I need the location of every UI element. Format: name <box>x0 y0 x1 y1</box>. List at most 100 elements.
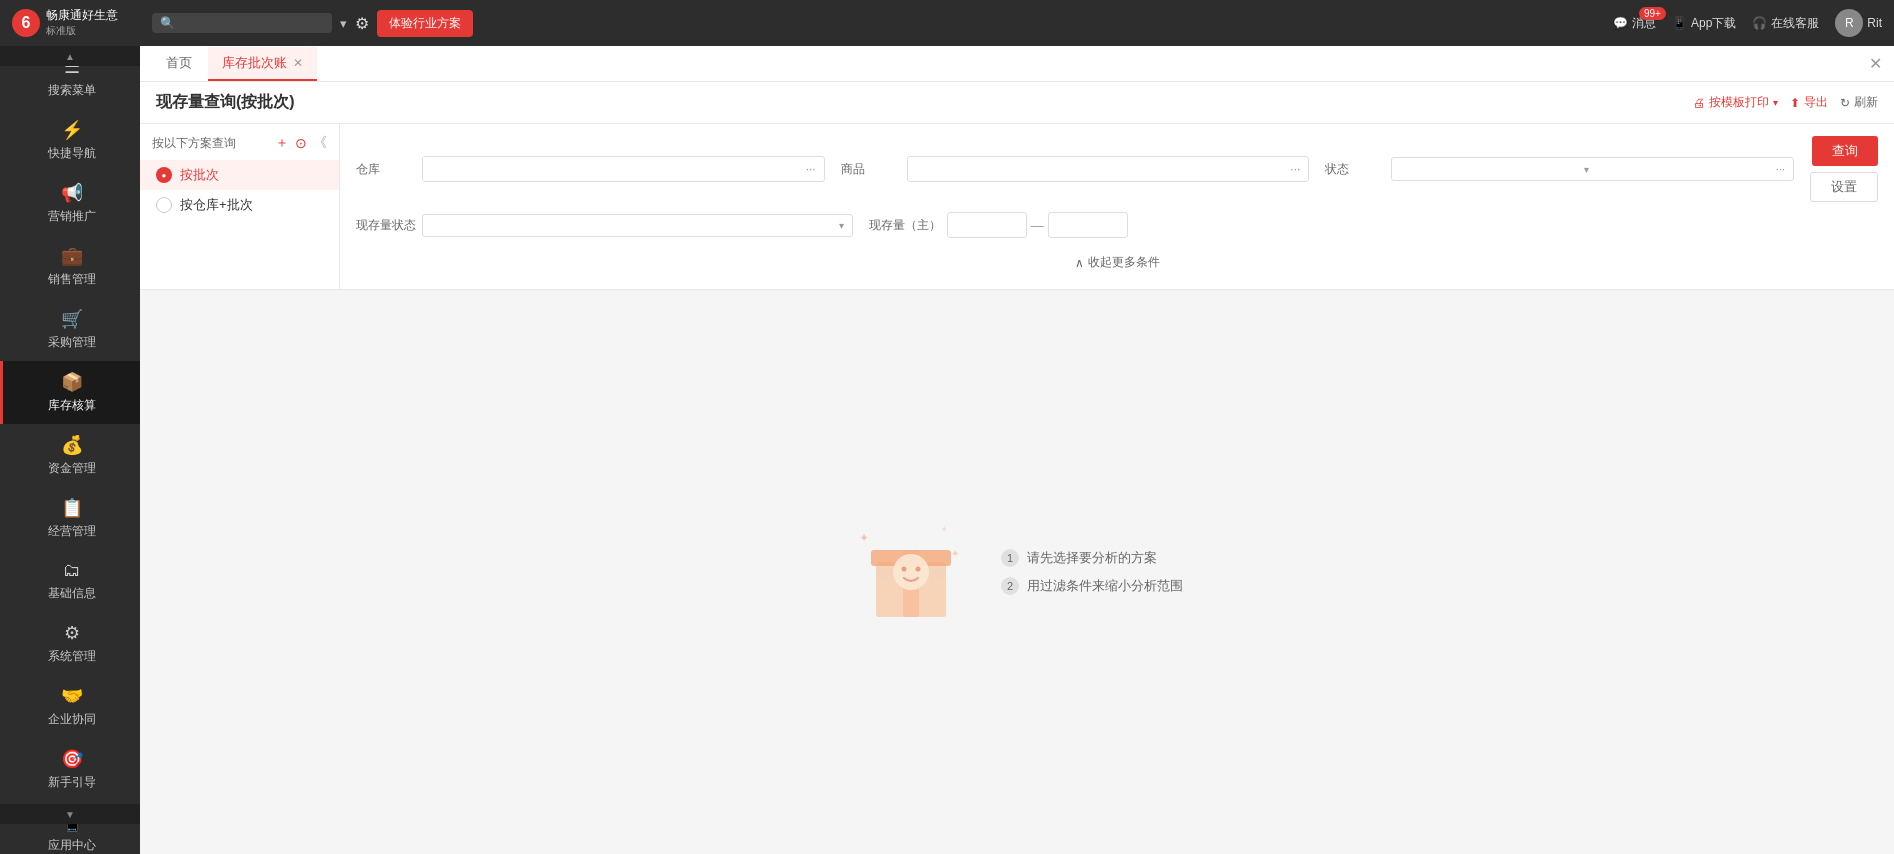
finance-icon: 💰 <box>61 434 83 456</box>
collapse-row[interactable]: ∧ 收起更多条件 <box>356 248 1878 277</box>
sidebar-item-finance[interactable]: 💰 资金管理 <box>0 424 140 487</box>
svg-point-5 <box>902 567 907 572</box>
tab-bar: 首页 库存批次账 ✕ ✕ <box>140 46 1894 82</box>
sidebar-item-purchase[interactable]: 🛒 采购管理 <box>0 298 140 361</box>
headset-icon: 🎧 <box>1752 16 1767 30</box>
svg-text:✦: ✦ <box>859 531 869 545</box>
top-bar-center: 🔍 ▾ ⚙ 体验行业方案 <box>132 10 1613 37</box>
sidebar-item-new-guide[interactable]: 🎯 新手引导 <box>0 738 140 801</box>
logo-icon: 6 <box>12 9 40 37</box>
search-icon: 🔍 <box>160 16 175 30</box>
filter-panel: 按以下方案查询 ＋ ⊙ 《 ● 按批次 按仓库+批次 <box>140 124 1894 290</box>
product-input-wrap[interactable]: ··· <box>907 156 1310 182</box>
sidebar-item-label: 销售管理 <box>48 271 96 288</box>
content-area: 首页 库存批次账 ✕ ✕ 现存量查询(按批次) 🖨 按模板打印 ▾ ⬆ 导出 <box>140 46 1894 854</box>
product-field: 商品 ··· <box>841 156 1310 182</box>
status-more-icon[interactable]: ··· <box>1776 163 1785 175</box>
sidebar-scroll-up[interactable]: ▲ <box>0 46 140 66</box>
product-more-icon[interactable]: ··· <box>1282 157 1308 181</box>
message-icon: 💬 <box>1613 16 1628 30</box>
refresh-label: 刷新 <box>1854 94 1878 111</box>
tab-close-icon[interactable]: ✕ <box>293 57 303 69</box>
sidebar-item-sales[interactable]: 💼 销售管理 <box>0 235 140 298</box>
inventory-main-max[interactable] <box>1048 212 1128 238</box>
empty-text: 1 请先选择要分析的方案 2 用过滤条件来缩小分析范围 <box>1001 549 1183 595</box>
settings-button[interactable]: 设置 <box>1810 172 1878 202</box>
sidebar-item-label: 新手引导 <box>48 774 96 791</box>
sidebar-item-label: 企业协同 <box>48 711 96 728</box>
search-bar[interactable]: 🔍 <box>152 13 332 33</box>
app-download-action[interactable]: 📱 App下载 <box>1672 15 1736 32</box>
product-label: 商品 <box>841 161 901 178</box>
sidebar-scroll-down[interactable]: ▼ <box>0 804 140 824</box>
export-action[interactable]: ⬆ 导出 <box>1790 94 1828 111</box>
phone-icon: 📱 <box>1672 16 1687 30</box>
scheme-item-batch[interactable]: ● 按批次 <box>140 160 339 190</box>
user-action[interactable]: R Rit <box>1835 9 1882 37</box>
sidebar-item-label: 搜索菜单 <box>48 82 96 99</box>
sidebar-item-inventory[interactable]: 📦 库存核算 <box>0 361 140 424</box>
sidebar-item-label: 经营管理 <box>48 523 96 540</box>
warehouse-field: 仓库 ··· <box>356 156 825 182</box>
sidebar: ▲ ☰ 搜索菜单 ⚡ 快捷导航 📢 营销推广 💼 销售管理 🛒 采购管理 📦 库… <box>0 46 140 854</box>
gear-button[interactable]: ⚙ <box>355 14 369 33</box>
sidebar-item-operation[interactable]: 📋 经营管理 <box>0 487 140 550</box>
step-2-num: 2 <box>1001 577 1019 595</box>
tab-inventory-batch[interactable]: 库存批次账 ✕ <box>208 47 317 81</box>
collapse-label: 收起更多条件 <box>1088 254 1160 271</box>
sidebar-item-enterprise[interactable]: 🤝 企业协同 <box>0 675 140 738</box>
svg-point-4 <box>893 554 929 590</box>
inventory-status-label: 现存量状态 <box>356 217 416 234</box>
inventory-main-min[interactable] <box>947 212 1027 238</box>
print-dropdown-icon[interactable]: ▾ <box>1773 97 1778 108</box>
scheme-actions: ＋ ⊙ 《 <box>275 134 327 152</box>
message-action[interactable]: 💬 消息 99+ <box>1613 15 1656 32</box>
tab-home[interactable]: 首页 <box>152 47 206 81</box>
inventory-main-range: — <box>947 212 1366 238</box>
sidebar-item-quick-nav[interactable]: ⚡ 快捷导航 <box>0 109 140 172</box>
sidebar-item-basic[interactable]: 🗂 基础信息 <box>0 550 140 612</box>
settings-scheme-btn[interactable]: ⊙ <box>295 135 307 151</box>
inventory-main-label: 现存量（主） <box>869 217 941 234</box>
top-bar: 6 畅康通好生意 标准版 🔍 ▾ ⚙ 体验行业方案 💬 消息 99+ 📱 App… <box>0 0 1894 46</box>
new-guide-icon: 🎯 <box>61 748 83 770</box>
scheme-warehouse-batch-label: 按仓库+批次 <box>180 196 253 214</box>
filter-scheme: 按以下方案查询 ＋ ⊙ 《 ● 按批次 按仓库+批次 <box>140 124 340 289</box>
user-name: Rit <box>1867 16 1882 30</box>
experience-btn[interactable]: 体验行业方案 <box>377 10 473 37</box>
collapse-scheme-btn[interactable]: 《 <box>313 134 327 152</box>
print-action[interactable]: 🖨 按模板打印 ▾ <box>1693 94 1778 111</box>
panel-close-icon[interactable]: ✕ <box>1869 54 1882 73</box>
step-2-text: 用过滤条件来缩小分析范围 <box>1027 577 1183 595</box>
refresh-action[interactable]: ↻ 刷新 <box>1840 94 1878 111</box>
query-button[interactable]: 查询 <box>1812 136 1878 166</box>
step-1-text: 请先选择要分析的方案 <box>1027 549 1157 567</box>
warehouse-more-icon[interactable]: ··· <box>798 157 824 181</box>
empty-illustration: ✦ ✦ ✦ <box>851 512 971 632</box>
sidebar-item-system[interactable]: ⚙ 系统管理 <box>0 612 140 675</box>
sidebar-item-marketing[interactable]: 📢 营销推广 <box>0 172 140 235</box>
collapse-up-icon: ∧ <box>1075 256 1084 270</box>
online-service-action[interactable]: 🎧 在线客服 <box>1752 15 1819 32</box>
print-label: 按模板打印 <box>1709 94 1769 111</box>
company-name: 畅康通好生意 <box>46 8 118 24</box>
dropdown-icon[interactable]: ▾ <box>340 16 347 31</box>
empty-state: ✦ ✦ ✦ 1 请先选择要分析的方案 2 用过滤条件来缩小分析范围 <box>140 290 1894 854</box>
scheme-item-warehouse-batch[interactable]: 按仓库+批次 <box>140 190 339 220</box>
inventory-main-field: 现存量（主） — <box>869 212 1366 238</box>
product-input[interactable] <box>908 157 1283 181</box>
scheme-batch-label: 按批次 <box>180 166 219 184</box>
sidebar-item-label: 资金管理 <box>48 460 96 477</box>
export-icon: ⬆ <box>1790 96 1800 110</box>
refresh-icon: ↻ <box>1840 96 1850 110</box>
warehouse-input-wrap[interactable]: ··· <box>422 156 825 182</box>
inventory-status-select[interactable]: ▾ <box>422 214 853 237</box>
status-field: 状态 ▾ ··· <box>1325 157 1794 181</box>
inventory-icon: 📦 <box>61 371 83 393</box>
status-select[interactable]: ▾ ··· <box>1391 157 1794 181</box>
add-scheme-btn[interactable]: ＋ <box>275 134 289 152</box>
sidebar-item-label: 营销推广 <box>48 208 96 225</box>
warehouse-input[interactable] <box>423 157 798 181</box>
sidebar-item-label: 系统管理 <box>48 648 96 665</box>
inventory-status-field: 现存量状态 ▾ <box>356 214 853 237</box>
